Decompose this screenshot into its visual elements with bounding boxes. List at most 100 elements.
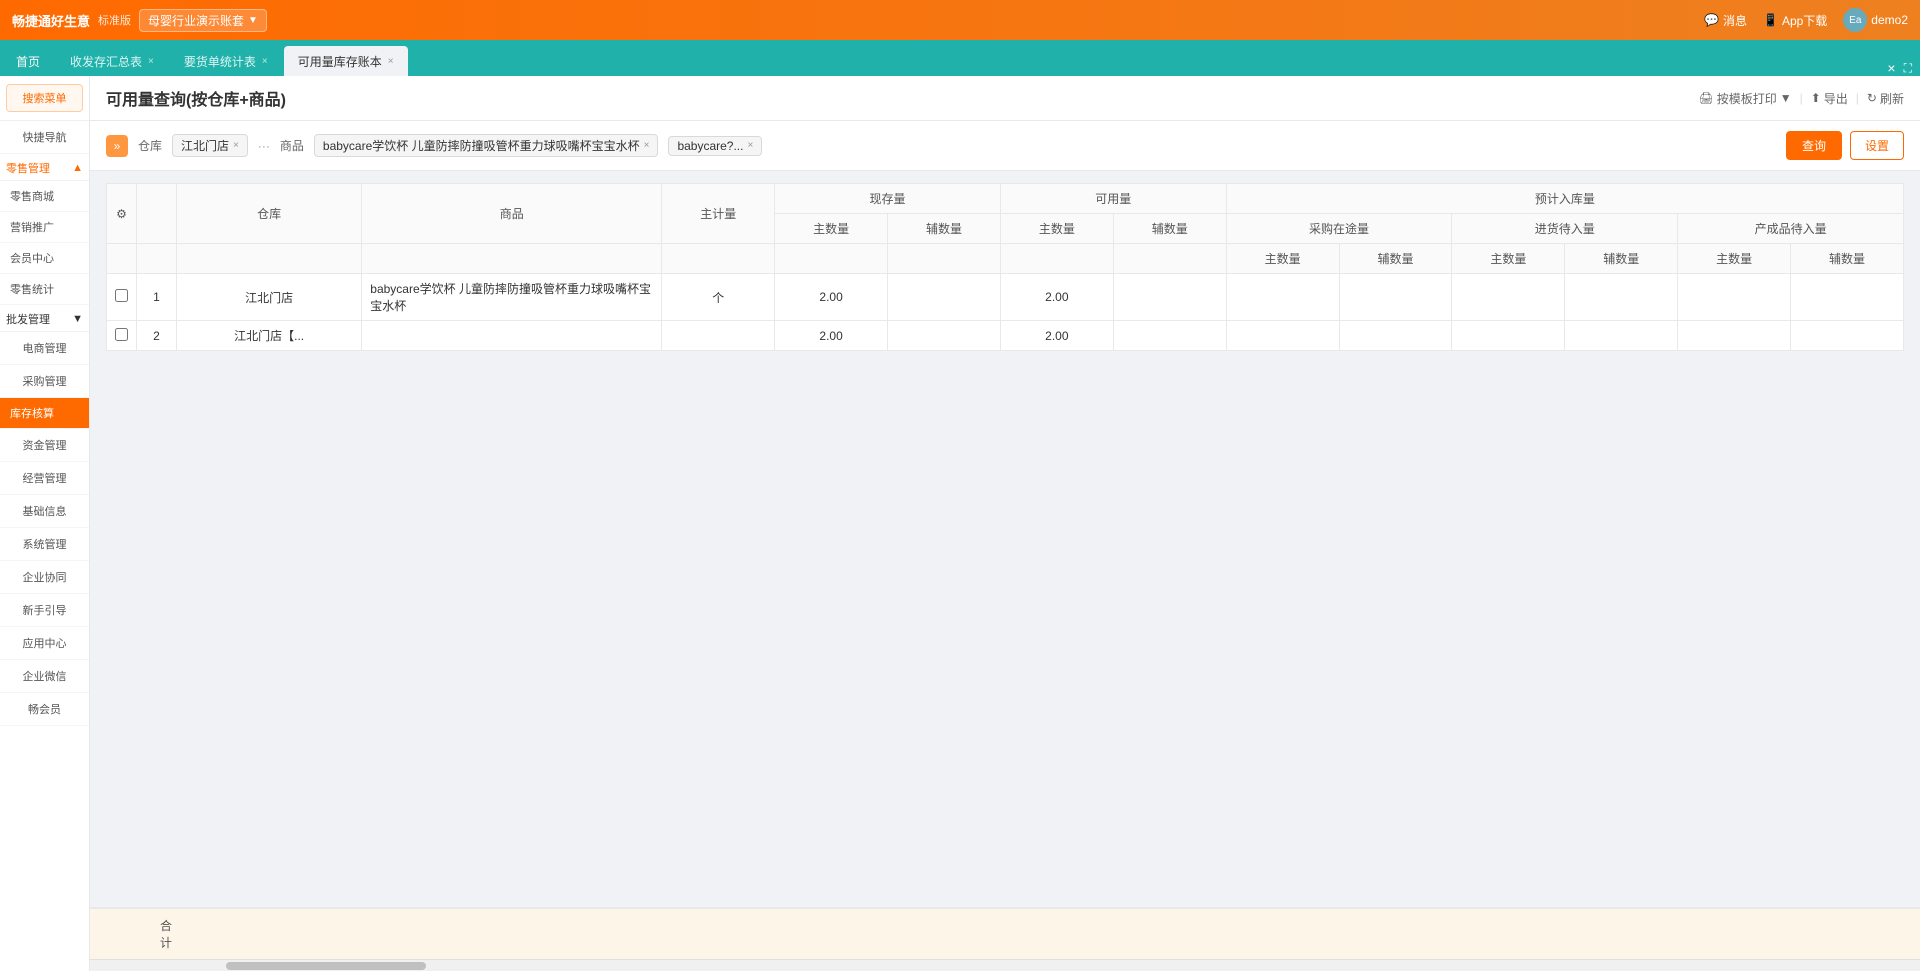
user-profile-btn[interactable]: Ea demo2 xyxy=(1843,8,1908,32)
main-layout: 搜索菜单 快捷导航 零售管理 ▲ 零售商城 营销推广 会员中心 零售统计 批发管… xyxy=(0,76,1920,971)
export-btn[interactable]: ⬆ 导出 xyxy=(1811,90,1848,107)
tab-receipt[interactable]: 收发存汇总表 × xyxy=(56,46,168,76)
sidebar-item-basic-info[interactable]: 基础信息 xyxy=(0,495,89,528)
sidebar-item-app-center[interactable]: 应用中心 xyxy=(0,627,89,660)
cell-goods: babycare学饮杯 儿童防摔防撞吸管杯重力球吸嘴杯宝宝水杯 xyxy=(362,274,662,321)
username-label: demo2 xyxy=(1871,13,1908,27)
template-print-btn[interactable]: 🖨 按模板打印 ▼ xyxy=(1698,90,1791,107)
sidebar-item-enterprise[interactable]: 企业协同 xyxy=(0,561,89,594)
tab-order-stats[interactable]: 要货单统计表 × xyxy=(170,46,282,76)
cell-pur-aux xyxy=(1339,321,1452,351)
mobile-icon: 📱 xyxy=(1763,13,1778,27)
th-current-main: 主数量 xyxy=(775,214,888,244)
sidebar-item-purchase[interactable]: 采购管理 xyxy=(0,365,89,398)
sidebar-item-enterprise-wechat[interactable]: 企业微信 xyxy=(0,660,89,693)
sidebar-item-membership[interactable]: 会员中心 xyxy=(0,243,89,274)
sidebar-item-retail-mall[interactable]: 零售商城 xyxy=(0,181,89,212)
sidebar-item-finance[interactable]: 资金管理 xyxy=(0,429,89,462)
messages-btn[interactable]: 💬 消息 xyxy=(1704,12,1747,29)
cell-warehouse: 江北门店 xyxy=(177,274,362,321)
sidebar-item-vip[interactable]: 畅会员 xyxy=(0,693,89,726)
tab-available-stock-close[interactable]: × xyxy=(388,56,394,67)
th-pur-main: 主数量 xyxy=(1226,244,1339,274)
table-row: 2 江北门店【... 2.00 2.00 xyxy=(107,321,1904,351)
cell-avail-aux xyxy=(1113,321,1226,351)
cell-checkbox[interactable] xyxy=(107,321,137,351)
goods-filter-tag2[interactable]: babycare?... × xyxy=(668,136,762,156)
sidebar-section-wholesale[interactable]: 批发管理 ▼ xyxy=(0,305,89,332)
cell-checkbox[interactable] xyxy=(107,274,137,321)
goods-filter-value2: babycare?... xyxy=(677,139,743,153)
th-forecast-group: 预计入库量 xyxy=(1226,184,1903,214)
sidebar-item-new-guide[interactable]: 新手引导 xyxy=(0,594,89,627)
filter-expand-btn[interactable]: » xyxy=(106,135,128,157)
app-subtitle: 标准版 xyxy=(98,12,131,28)
chevron-down-icon: ▼ xyxy=(248,15,258,26)
chevron-down-icon: ▼ xyxy=(72,313,83,325)
th-unit: 主计量 xyxy=(662,184,775,244)
nav-tabs: 首页 收发存汇总表 × 要货单统计表 × 可用量库存账本 × × ⛶ xyxy=(0,40,1920,76)
th-available-group: 可用量 xyxy=(1000,184,1226,214)
th-inc-main: 主数量 xyxy=(1452,244,1565,274)
order-stats-tab-label: 要货单统计表 xyxy=(184,53,256,70)
sidebar-search-area: 搜索菜单 xyxy=(0,76,89,121)
refresh-btn[interactable]: ↻ 刷新 xyxy=(1867,90,1904,107)
page-title: 可用量查询(按仓库+商品) xyxy=(106,86,286,120)
th-empty4 xyxy=(362,244,662,274)
cell-inc-main xyxy=(1452,274,1565,321)
th-empty5 xyxy=(662,244,775,274)
cell-inc-aux xyxy=(1565,274,1678,321)
sidebar-item-system[interactable]: 系统管理 xyxy=(0,528,89,561)
filter-actions: 查询 设置 xyxy=(1786,131,1904,160)
goods-filter-clear1-icon[interactable]: × xyxy=(644,140,650,151)
th-empty2 xyxy=(137,244,177,274)
cell-current-main: 2.00 xyxy=(775,274,888,321)
fullscreen-icon[interactable]: ⛶ xyxy=(1904,61,1912,76)
warehouse-filter-value: 江北门店 xyxy=(181,137,229,154)
goods-filter-tag1[interactable]: babycare学饮杯 儿童防摔防撞吸管杯重力球吸嘴杯宝宝水杯 × xyxy=(314,134,659,157)
setting-btn[interactable]: 设置 xyxy=(1850,131,1904,160)
receipt-tab-label: 收发存汇总表 xyxy=(70,53,142,70)
cell-inc-main xyxy=(1452,321,1565,351)
account-selector[interactable]: 母婴行业演示账套 ▼ xyxy=(139,9,267,32)
cell-pur-main xyxy=(1226,274,1339,321)
goods-filter-clear2-icon[interactable]: × xyxy=(747,140,753,151)
th-setting[interactable]: ⚙ xyxy=(107,184,137,244)
goods-filter-label: 商品 xyxy=(280,137,304,154)
close-all-tabs-icon[interactable]: × xyxy=(1887,60,1895,76)
th-empty6 xyxy=(775,244,888,274)
cell-pur-main xyxy=(1226,321,1339,351)
warehouse-filter-tag[interactable]: 江北门店 × xyxy=(172,134,248,157)
tab-available-stock[interactable]: 可用量库存账本 × xyxy=(284,46,408,76)
search-menu-btn[interactable]: 搜索菜单 xyxy=(6,84,83,112)
home-tab-label: 首页 xyxy=(16,53,40,70)
available-stock-tab-label: 可用量库存账本 xyxy=(298,53,382,70)
tab-receipt-close[interactable]: × xyxy=(148,56,154,67)
tab-order-stats-close[interactable]: × xyxy=(262,56,268,67)
th-empty8 xyxy=(1000,244,1113,274)
cell-pro-main xyxy=(1678,274,1791,321)
filter-more-icon[interactable]: ··· xyxy=(258,139,270,153)
cell-seq: 2 xyxy=(137,321,177,351)
sidebar-section-retail[interactable]: 零售管理 ▲ xyxy=(0,154,89,181)
th-empty7 xyxy=(888,244,1001,274)
account-selector-label: 母婴行业演示账套 xyxy=(148,12,244,29)
tab-home[interactable]: 首页 xyxy=(2,46,54,76)
goods-filter-value1: babycare学饮杯 儿童防摔防撞吸管杯重力球吸嘴杯宝宝水杯 xyxy=(323,137,640,154)
sidebar-item-quick-nav[interactable]: 快捷导航 xyxy=(0,121,89,154)
sidebar-item-operations[interactable]: 经营管理 xyxy=(0,462,89,495)
sidebar-item-inventory[interactable]: 库存核算 xyxy=(0,398,89,429)
warehouse-filter-clear-icon[interactable]: × xyxy=(233,140,239,151)
page-header-actions: 🖨 按模板打印 ▼ | ⬆ 导出 | ↻ 刷新 xyxy=(1698,90,1904,117)
th-empty3 xyxy=(177,244,362,274)
query-btn[interactable]: 查询 xyxy=(1786,131,1842,160)
th-avail-main: 主数量 xyxy=(1000,214,1113,244)
th-incoming-group: 进货待入量 xyxy=(1452,214,1678,244)
scroll-thumb[interactable] xyxy=(226,962,426,970)
sidebar-item-ecommerce[interactable]: 电商管理 xyxy=(0,332,89,365)
scroll-bar[interactable] xyxy=(90,959,1920,971)
app-download-btn[interactable]: 📱 App下载 xyxy=(1763,12,1827,29)
sidebar-item-retail-stats[interactable]: 零售统计 xyxy=(0,274,89,305)
sidebar-item-marketing[interactable]: 营销推广 xyxy=(0,212,89,243)
app-download-label: App下载 xyxy=(1782,12,1827,29)
